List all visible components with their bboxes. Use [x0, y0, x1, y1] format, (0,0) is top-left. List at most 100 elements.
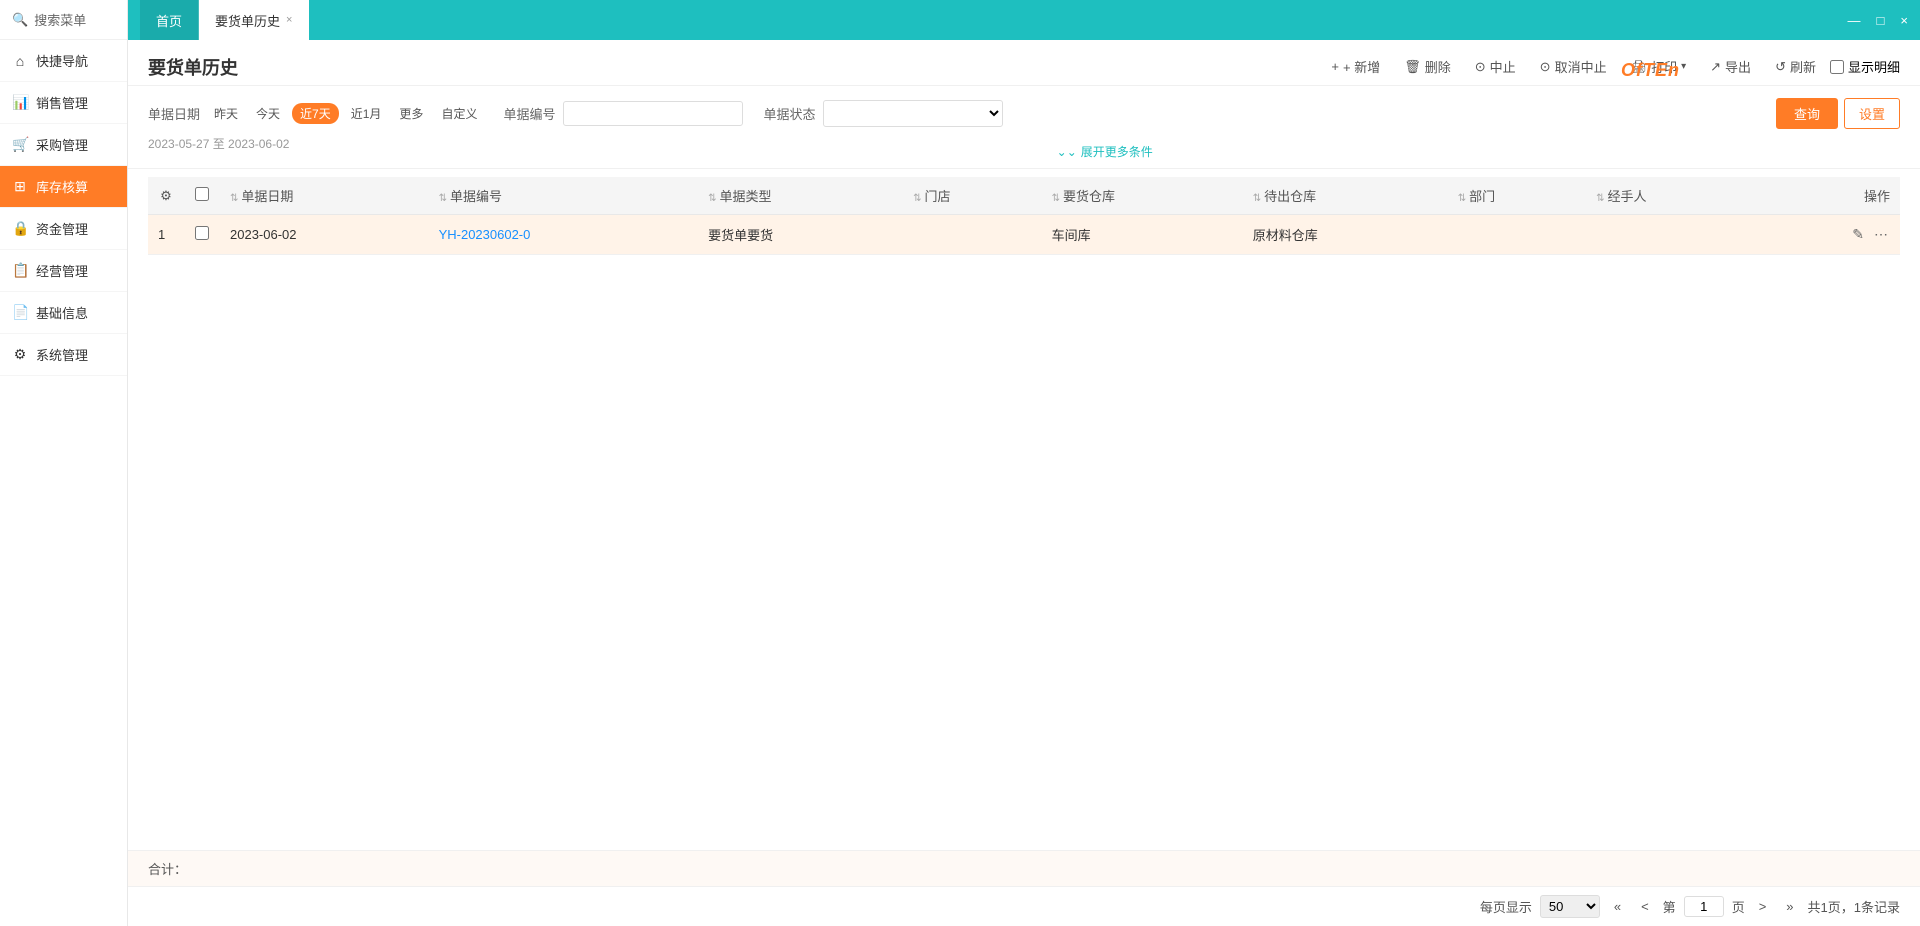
sidebar-item-label: 经营管理: [36, 261, 88, 280]
col-department[interactable]: 部门: [1448, 177, 1586, 215]
sidebar-item-label: 资金管理: [36, 219, 88, 238]
page-size-select[interactable]: 50 10 20 100: [1540, 895, 1600, 918]
cancel-stop-button[interactable]: ⊙ 取消中止: [1530, 52, 1617, 81]
date-custom-btn[interactable]: 自定义: [435, 103, 483, 124]
stop-label: 中止: [1490, 57, 1516, 76]
page-label: 第: [1663, 897, 1676, 916]
tab-active[interactable]: 要货单历史 ×: [199, 0, 309, 40]
maximize-button[interactable]: □: [1877, 13, 1885, 28]
close-window-button[interactable]: ×: [1900, 13, 1908, 28]
col-order-no[interactable]: 单据编号: [429, 177, 699, 215]
col-handler[interactable]: 经手人: [1586, 177, 1756, 215]
date-last7-btn[interactable]: 近7天: [292, 103, 339, 124]
page-size-label: 每页显示: [1480, 897, 1532, 916]
sidebar-item-label: 系统管理: [36, 345, 88, 364]
status-select[interactable]: [823, 100, 1003, 127]
select-all-checkbox[interactable]: [195, 187, 209, 201]
date-yesterday-btn[interactable]: 昨天: [208, 103, 244, 124]
search-icon: 🔍: [12, 12, 28, 28]
refresh-button[interactable]: ↺ 刷新: [1765, 52, 1826, 81]
print-icon: 🖨: [1631, 59, 1648, 75]
expand-filter-button[interactable]: ⌄⌄ 展开更多条件: [1057, 143, 1153, 160]
cancel-stop-icon: ⊙: [1540, 59, 1551, 75]
col-store[interactable]: 门店: [903, 177, 1041, 215]
topbar: 首页 要货单历史 × — □ ×: [128, 0, 1920, 40]
date-today-btn[interactable]: 今天: [250, 103, 286, 124]
delete-label: 删除: [1425, 57, 1451, 76]
sidebar-item-label: 快捷导航: [36, 51, 88, 70]
cell-req-warehouse: 车间库: [1042, 215, 1243, 255]
page-suffix: 页: [1732, 897, 1745, 916]
settings-button[interactable]: 设置: [1844, 98, 1900, 129]
sidebar-item-system[interactable]: ⚙ 系统管理: [0, 334, 127, 376]
date-last-month-btn[interactable]: 近1月: [345, 103, 388, 124]
sidebar-item-label: 销售管理: [36, 93, 88, 112]
home-icon: ⌂: [12, 53, 28, 69]
sidebar-item-finance[interactable]: 🔒 资金管理: [0, 208, 127, 250]
gear-icon: ⚙: [12, 346, 28, 363]
last-page-button[interactable]: »: [1780, 897, 1799, 916]
sidebar-item-basic[interactable]: 📄 基础信息: [0, 292, 127, 334]
show-detail-label: 显示明细: [1848, 57, 1900, 76]
cell-index: 1: [148, 215, 184, 255]
more-action-icon[interactable]: ⋯: [1872, 224, 1890, 245]
sidebar-item-quick-nav[interactable]: ⌂ 快捷导航: [0, 40, 127, 82]
table-container: ⚙ 单据日期 单据编号 单据类型 门店 要货仓库 待出仓库 部门 经手人 操: [128, 169, 1920, 850]
sidebar-search[interactable]: 🔍 搜索菜单: [0, 0, 127, 40]
stop-icon: ⊙: [1475, 59, 1486, 75]
print-label: 打印: [1651, 57, 1677, 76]
delete-icon: 🗑: [1404, 59, 1421, 75]
sidebar-item-operation[interactable]: 📋 经营管理: [0, 250, 127, 292]
table-footer: 合计：: [128, 850, 1920, 886]
cell-handler: [1586, 215, 1756, 255]
table-row: 1 2023-06-02 YH-20230602-0 要货单要货 车间库 原材料…: [148, 215, 1900, 255]
show-detail-checkbox[interactable]: [1830, 60, 1844, 74]
main-area: 首页 要货单历史 × — □ × 要货单历史 + + 新增 🗑 删除: [128, 0, 1920, 926]
col-checkbox: [184, 177, 220, 215]
clipboard-icon: 📋: [12, 262, 28, 279]
tab-home[interactable]: 首页: [140, 0, 199, 40]
date-filter-group: 单据日期 昨天 今天 近7天 近1月 更多 自定义: [148, 103, 483, 124]
minimize-button[interactable]: —: [1848, 13, 1861, 28]
settings-icon[interactable]: ⚙: [160, 188, 172, 203]
content-area: 要货单历史 + + 新增 🗑 删除 ⊙ 中止 ⊙ 取消中止: [128, 40, 1920, 926]
cell-store: [903, 215, 1041, 255]
order-no-link[interactable]: YH-20230602-0: [439, 227, 531, 242]
col-pending-warehouse[interactable]: 待出仓库: [1243, 177, 1448, 215]
page-title: 要货单历史: [148, 54, 238, 80]
cell-checkbox: [184, 215, 220, 255]
tab-home-label: 首页: [156, 11, 182, 30]
sidebar: 🔍 搜索菜单 ⌂ 快捷导航 📊 销售管理 🛒 采购管理 ⊞ 库存核算 🔒 资金管…: [0, 0, 128, 926]
status-filter-group: 单据状态: [763, 100, 1003, 127]
cell-pending-warehouse: 原材料仓库: [1243, 215, 1448, 255]
page-number-input[interactable]: [1684, 896, 1724, 917]
col-req-warehouse[interactable]: 要货仓库: [1042, 177, 1243, 215]
order-no-input[interactable]: [563, 101, 743, 126]
next-page-button[interactable]: >: [1753, 897, 1773, 916]
col-order-type[interactable]: 单据类型: [698, 177, 903, 215]
add-button[interactable]: + + 新增: [1321, 52, 1390, 81]
first-page-button[interactable]: «: [1608, 897, 1627, 916]
plus-icon: +: [1331, 59, 1339, 74]
expand-filter-label: 展开更多条件: [1081, 143, 1153, 160]
edit-icon[interactable]: ✎: [1850, 224, 1866, 245]
date-filter-options: 昨天 今天 近7天 近1月 更多 自定义: [208, 103, 483, 124]
sidebar-item-label: 基础信息: [36, 303, 88, 322]
status-label: 单据状态: [763, 104, 815, 123]
sidebar-item-sales[interactable]: 📊 销售管理: [0, 82, 127, 124]
stop-button[interactable]: ⊙ 中止: [1465, 52, 1526, 81]
cell-date: 2023-06-02: [220, 215, 429, 255]
sidebar-item-purchase[interactable]: 🛒 采购管理: [0, 124, 127, 166]
query-button[interactable]: 查询: [1776, 98, 1838, 129]
date-more-btn[interactable]: 更多: [393, 103, 429, 124]
delete-button[interactable]: 🗑 删除: [1394, 52, 1461, 81]
tab-close-button[interactable]: ×: [286, 14, 292, 26]
summary-label: 合计：: [148, 862, 187, 877]
export-button[interactable]: ↗ 导出: [1700, 52, 1761, 81]
print-button[interactable]: 🖨 打印 ▾: [1621, 52, 1697, 81]
col-date[interactable]: 单据日期: [220, 177, 429, 215]
sidebar-item-inventory[interactable]: ⊞ 库存核算: [0, 166, 127, 208]
row-checkbox[interactable]: [195, 226, 209, 240]
prev-page-button[interactable]: <: [1635, 897, 1655, 916]
refresh-icon: ↺: [1775, 59, 1786, 75]
